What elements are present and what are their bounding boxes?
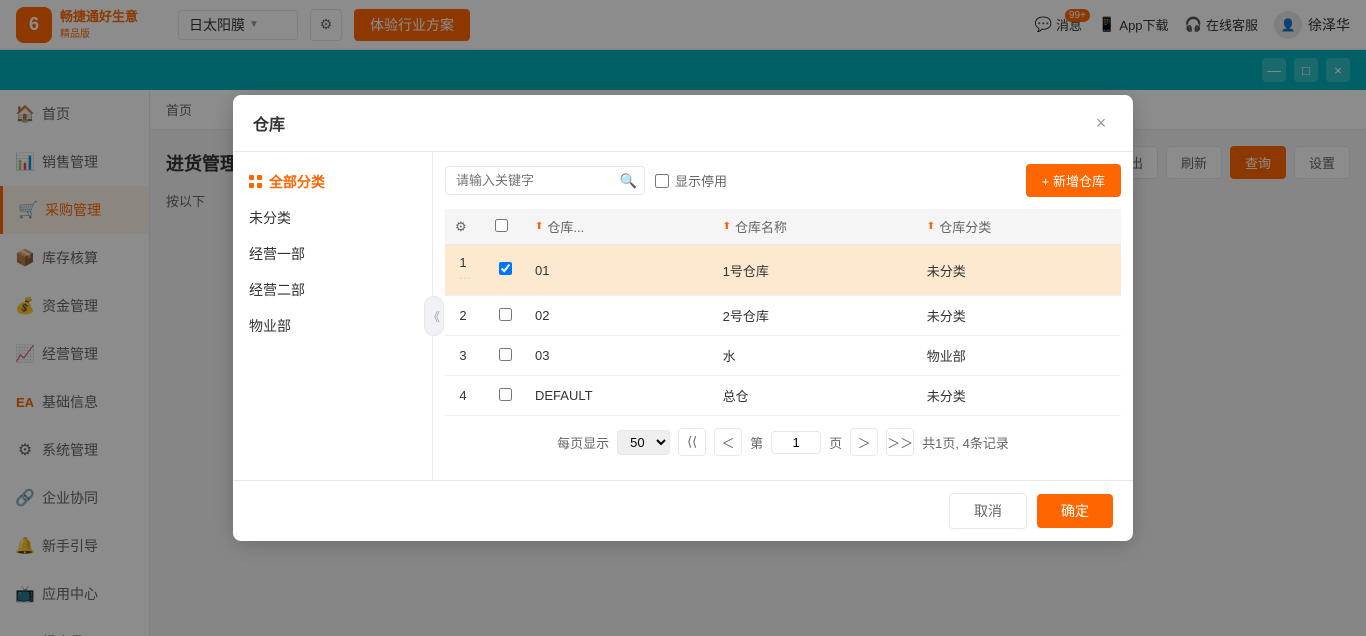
show-disabled-text: 显示停用: [675, 171, 727, 190]
modal-title: 仓库: [253, 111, 285, 135]
row-code: DEFAULT: [525, 376, 713, 416]
row-checkbox-cell: [485, 296, 525, 336]
per-page-label: 每页显示: [557, 433, 609, 452]
modal-overlay: 仓库 × 全部分类 未分类 经: [0, 0, 1366, 636]
table-row[interactable]: 4 DEFAULT 总仓 未分类: [445, 376, 1121, 416]
col-header-category: ⬆ 仓库分类: [917, 209, 1121, 245]
page-input[interactable]: [771, 431, 821, 454]
tree-item-label: 经营一部: [249, 244, 305, 264]
col-header-gear: ⚙: [445, 209, 485, 245]
row-actions: 4: [445, 376, 485, 416]
row-category: 未分类: [917, 296, 1121, 336]
select-all-checkbox[interactable]: [495, 219, 508, 232]
next-page-button[interactable]: ＞: [850, 428, 878, 456]
row-name: 1号仓库: [713, 245, 917, 296]
row-name: 水: [713, 336, 917, 376]
search-bar: 🔍 显示停用 + 新增仓库: [445, 164, 1121, 197]
last-page-button[interactable]: ＞＞: [886, 428, 914, 456]
tree-item-property[interactable]: 物业部: [233, 308, 432, 344]
right-panel: 🔍 显示停用 + 新增仓库 ⚙: [433, 152, 1133, 480]
row-number: 3: [459, 348, 466, 363]
row-checkbox-cell: [485, 376, 525, 416]
row-actions: 3: [445, 336, 485, 376]
tree-item-uncategorized[interactable]: 未分类: [233, 200, 432, 236]
grid-icon: [249, 175, 263, 189]
row-category: 物业部: [917, 336, 1121, 376]
tree-item-dept2[interactable]: 经营二部: [233, 272, 432, 308]
row-checkbox-cell: [485, 245, 525, 296]
tree-panel: 全部分类 未分类 经营一部 经营二部 物业部 《: [233, 152, 433, 480]
tree-item-dept1[interactable]: 经营一部: [233, 236, 432, 272]
row-number: 4: [459, 388, 466, 403]
more-icon[interactable]: ···: [459, 270, 472, 285]
add-warehouse-button[interactable]: + 新增仓库: [1026, 164, 1121, 197]
col-header-name: ⬆ 仓库名称: [713, 209, 917, 245]
modal-footer: 取消 确定: [233, 480, 1133, 541]
row-actions: 1 ···: [445, 245, 485, 296]
table-row[interactable]: 2 02 2号仓库 未分类: [445, 296, 1121, 336]
table-header-row: ⚙ ⬆ 仓库...: [445, 209, 1121, 245]
tree-item-label: 经营二部: [249, 280, 305, 300]
show-disabled-label: 显示停用: [655, 171, 727, 190]
col-header-check: [485, 209, 525, 245]
row-code: 02: [525, 296, 713, 336]
confirm-button[interactable]: 确定: [1037, 494, 1113, 528]
first-page-button[interactable]: ⟨⟨: [678, 428, 706, 456]
row-category: 未分类: [917, 245, 1121, 296]
search-input[interactable]: [445, 166, 645, 195]
tree-all-categories[interactable]: 全部分类: [233, 164, 432, 200]
row-name: 2号仓库: [713, 296, 917, 336]
warehouse-table: ⚙ ⬆ 仓库...: [445, 209, 1121, 416]
col-header-code: ⬆ 仓库...: [525, 209, 713, 245]
row-number: 2: [459, 308, 466, 323]
close-icon[interactable]: ×: [1089, 111, 1113, 135]
row-checkbox[interactable]: [499, 388, 512, 401]
row-checkbox[interactable]: [499, 262, 512, 275]
pagination: 每页显示 50 ⟨⟨ ＜ 第 页 ＞ ＞＞ 共1页, 4条记录: [445, 416, 1121, 468]
row-name: 总仓: [713, 376, 917, 416]
page-prefix-label: 第: [750, 433, 763, 452]
gear-icon: ⚙: [455, 219, 467, 234]
row-category: 未分类: [917, 376, 1121, 416]
table-body: 1 ··· 01 1号仓库 未分类 2 02 2号仓库 未分类 3: [445, 245, 1121, 416]
table-row[interactable]: 1 ··· 01 1号仓库 未分类: [445, 245, 1121, 296]
sort-icon: ⬆: [535, 221, 543, 232]
row-checkbox[interactable]: [499, 348, 512, 361]
row-checkbox[interactable]: [499, 308, 512, 321]
row-code: 03: [525, 336, 713, 376]
modal-header: 仓库 ×: [233, 95, 1133, 152]
search-icon[interactable]: 🔍: [620, 172, 637, 189]
sort-icon: ⬆: [927, 221, 935, 232]
table-header: ⚙ ⬆ 仓库...: [445, 209, 1121, 245]
tree-item-label: 物业部: [249, 316, 291, 336]
sort-icon: ⬆: [723, 221, 731, 232]
table-container: ⚙ ⬆ 仓库...: [445, 209, 1121, 416]
table-row[interactable]: 3 03 水 物业部: [445, 336, 1121, 376]
tree-item-label: 未分类: [249, 208, 291, 228]
row-actions: 2: [445, 296, 485, 336]
page-total: 共1页, 4条记录: [922, 433, 1009, 452]
row-number: 1: [459, 255, 466, 270]
per-page-select[interactable]: 50: [617, 430, 670, 455]
search-input-wrap: 🔍: [445, 166, 645, 195]
row-code: 01: [525, 245, 713, 296]
warehouse-modal: 仓库 × 全部分类 未分类 经: [233, 95, 1133, 541]
cancel-button[interactable]: 取消: [949, 493, 1027, 529]
prev-page-button[interactable]: ＜: [714, 428, 742, 456]
tree-toggle-button[interactable]: 《: [424, 296, 444, 336]
all-categories-label: 全部分类: [269, 172, 325, 192]
row-checkbox-cell: [485, 336, 525, 376]
page-suffix-label: 页: [829, 433, 842, 452]
show-disabled-checkbox[interactable]: [655, 174, 669, 188]
modal-body: 全部分类 未分类 经营一部 经营二部 物业部 《: [233, 152, 1133, 480]
